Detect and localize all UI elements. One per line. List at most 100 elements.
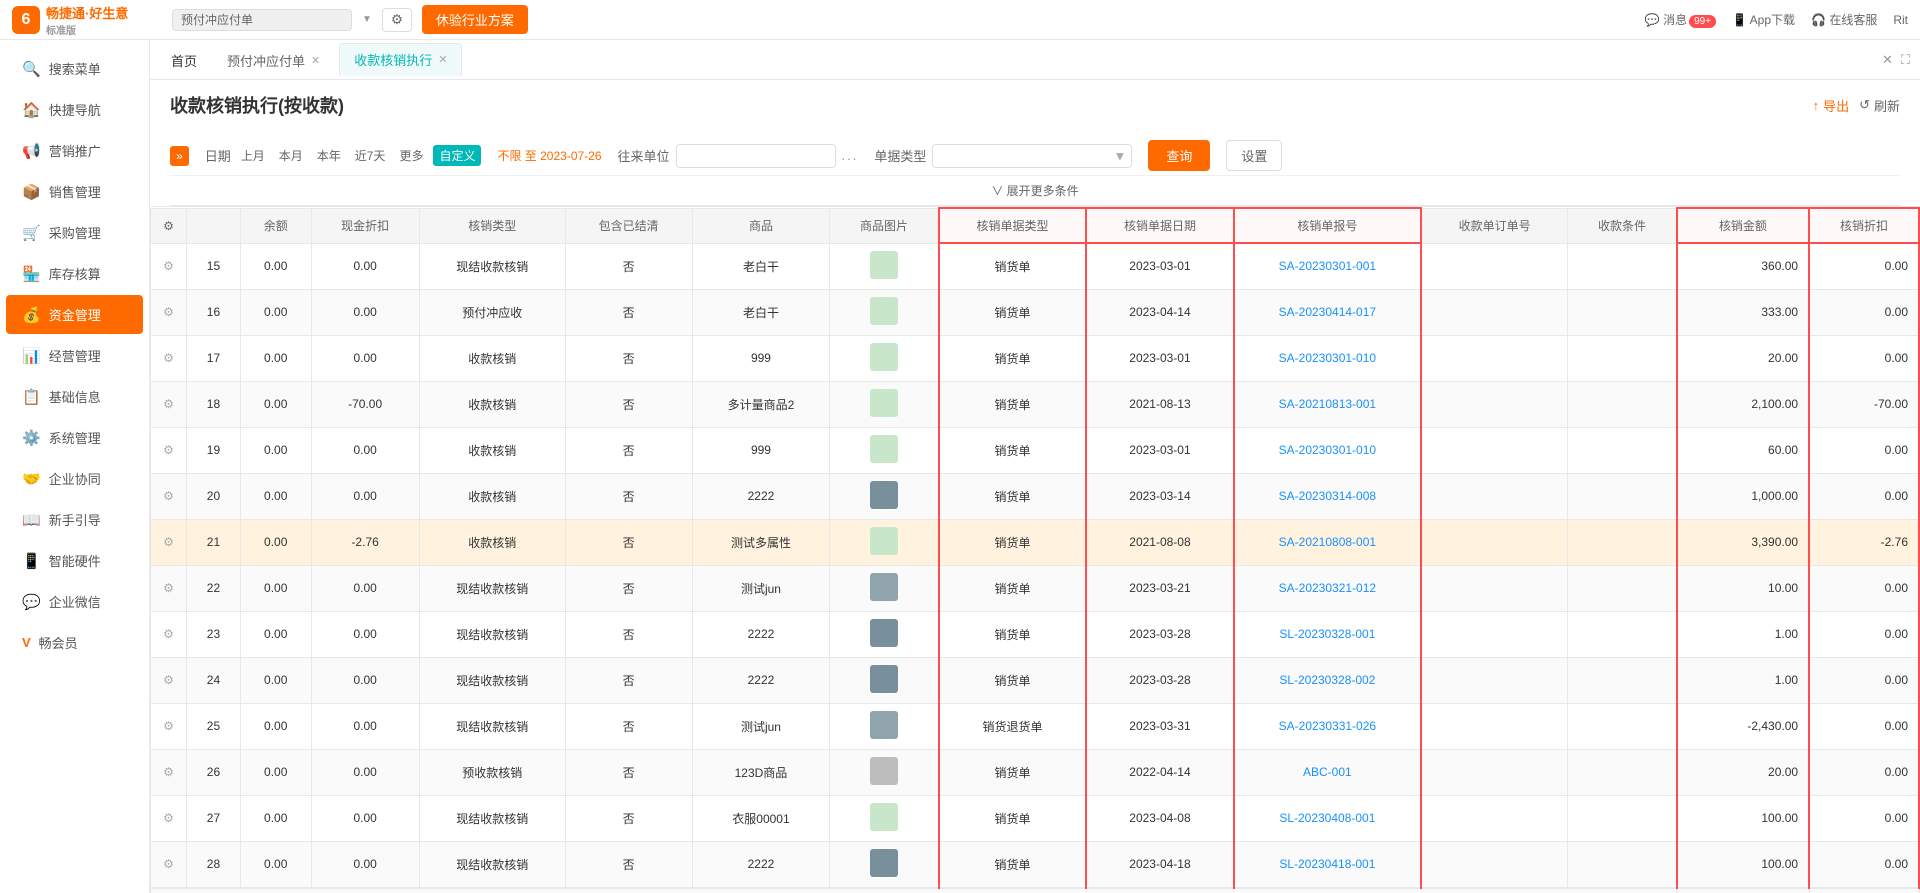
- td-cancel-bill-no[interactable]: ABC-001: [1234, 749, 1421, 795]
- sidebar-item-inventory[interactable]: 🏪 库存核算: [6, 254, 143, 293]
- cancel-bill-no-link[interactable]: SA-20230414-017: [1279, 305, 1376, 319]
- cancel-bill-no-link[interactable]: SA-20210813-001: [1279, 397, 1376, 411]
- td-receipt-condition: [1568, 243, 1677, 289]
- receipt-type-select[interactable]: [932, 144, 1132, 168]
- date-btn-last-month[interactable]: 上月: [237, 145, 269, 166]
- td-gear[interactable]: ⚙: [151, 657, 187, 703]
- sidebar-item-marketing[interactable]: 📢 营销推广: [6, 131, 143, 170]
- td-cancel-bill-no[interactable]: SA-20230314-008: [1234, 473, 1421, 519]
- th-gear[interactable]: ⚙: [151, 208, 187, 243]
- date-filter: 日期 上月 本月 本年 近7天 更多 自定义: [205, 145, 482, 166]
- td-gear[interactable]: ⚙: [151, 749, 187, 795]
- date-btn-custom[interactable]: 自定义: [433, 145, 481, 166]
- dropdown-arrow-icon[interactable]: ▼: [362, 14, 372, 25]
- cancel-bill-no-link[interactable]: ABC-001: [1303, 765, 1352, 779]
- app-download[interactable]: 📱 App下载: [1732, 11, 1795, 28]
- tab-prepay[interactable]: 预付冲应付单 ✕: [212, 44, 335, 76]
- td-row-num: 25: [187, 703, 241, 749]
- tab-home[interactable]: 首页: [160, 44, 208, 76]
- td-gear[interactable]: ⚙: [151, 565, 187, 611]
- td-includes-settled: 否: [565, 381, 692, 427]
- query-button[interactable]: 查询: [1148, 140, 1210, 171]
- expand-filter-button[interactable]: »: [170, 146, 189, 166]
- tab-receipt-cancel-close[interactable]: ✕: [438, 53, 447, 66]
- sidebar-item-guide[interactable]: 📖 新手引导: [6, 500, 143, 539]
- finance-icon: 💰: [22, 306, 41, 324]
- td-cancel-bill-no[interactable]: SL-20230418-001: [1234, 841, 1421, 888]
- td-balance: 0.00: [240, 703, 311, 749]
- td-cancel-bill-no[interactable]: SA-20230321-012: [1234, 565, 1421, 611]
- cancel-bill-no-link[interactable]: SA-20230314-008: [1279, 489, 1376, 503]
- td-gear[interactable]: ⚙: [151, 611, 187, 657]
- sidebar-item-sales[interactable]: 📦 销售管理: [6, 172, 143, 211]
- td-gear[interactable]: ⚙: [151, 795, 187, 841]
- td-gear[interactable]: ⚙: [151, 243, 187, 289]
- td-cancel-bill-no[interactable]: SA-20230301-010: [1234, 335, 1421, 381]
- sidebar-item-search[interactable]: 🔍 搜索菜单: [6, 49, 143, 88]
- sidebar-item-purchase[interactable]: 🛒 采购管理: [6, 213, 143, 252]
- td-cancel-bill-no[interactable]: SA-20230414-017: [1234, 289, 1421, 335]
- td-cancel-bill-no[interactable]: SL-20230328-002: [1234, 657, 1421, 703]
- expand-conditions-button[interactable]: ∨ 展开更多条件: [170, 175, 1900, 205]
- td-gear[interactable]: ⚙: [151, 381, 187, 427]
- cancel-bill-no-link[interactable]: SA-20210808-001: [1279, 535, 1376, 549]
- cancel-bill-no-link[interactable]: SA-20230331-026: [1279, 719, 1376, 733]
- td-cancel-bill-no[interactable]: SA-20230331-026: [1234, 703, 1421, 749]
- td-cancel-bill-no[interactable]: SL-20230408-001: [1234, 795, 1421, 841]
- sidebar: 🔍 搜索菜单 🏠 快捷导航 📢 营销推广 📦 销售管理 🛒 采购管理 🏪 库存核…: [0, 40, 150, 893]
- tab-receipt-cancel[interactable]: 收款核销执行 ✕: [339, 43, 462, 76]
- online-service[interactable]: 🎧 在线客服: [1811, 11, 1877, 28]
- tab-prepay-close[interactable]: ✕: [311, 54, 320, 67]
- td-cancel-bill-no[interactable]: SA-20210808-001: [1234, 519, 1421, 565]
- from-unit-input[interactable]: [676, 144, 836, 168]
- td-cancel-bill-no[interactable]: SL-20230328-001: [1234, 611, 1421, 657]
- settings-button[interactable]: 设置: [1226, 140, 1282, 171]
- export-button[interactable]: ↑ 导出: [1813, 96, 1850, 115]
- sidebar-item-hardware[interactable]: 📱 智能硬件: [6, 541, 143, 580]
- date-btn-this-year[interactable]: 本年: [313, 145, 345, 166]
- cancel-bill-no-link[interactable]: SA-20230301-010: [1279, 351, 1376, 365]
- td-gear[interactable]: ⚙: [151, 519, 187, 565]
- td-cancel-bill-no[interactable]: SA-20230301-010: [1234, 427, 1421, 473]
- breadcrumb-input[interactable]: [172, 9, 352, 31]
- date-btn-7days[interactable]: 近7天: [351, 145, 390, 166]
- sidebar-label-purchase: 采购管理: [49, 223, 101, 242]
- table-area[interactable]: ⚙ 余额 现金折扣 核销类型 包含已结清 商品 商品图片 核销单据类型 核销单据…: [150, 207, 1920, 893]
- td-receipt-order-no: [1421, 427, 1568, 473]
- sidebar-item-finance[interactable]: 💰 资金管理: [6, 295, 143, 334]
- cancel-bill-no-link[interactable]: SL-20230418-001: [1279, 857, 1375, 871]
- cancel-bill-no-link[interactable]: SL-20230328-002: [1279, 673, 1375, 687]
- industry-button[interactable]: 休验行业方案: [422, 5, 528, 34]
- sidebar-item-member[interactable]: V 畅会员: [6, 623, 143, 662]
- refresh-button[interactable]: ↺ 刷新: [1859, 96, 1900, 115]
- date-btn-more[interactable]: 更多: [395, 145, 427, 166]
- cancel-bill-no-link[interactable]: SA-20230301-010: [1279, 443, 1376, 457]
- td-cancel-type: 收款核销: [419, 473, 565, 519]
- td-gear[interactable]: ⚙: [151, 473, 187, 519]
- cancel-bill-no-link[interactable]: SA-20230321-012: [1279, 581, 1376, 595]
- cancel-bill-no-link[interactable]: SL-20230328-001: [1279, 627, 1375, 641]
- td-cash-discount: 0.00: [311, 335, 419, 381]
- td-gear[interactable]: ⚙: [151, 427, 187, 473]
- th-cancel-amount: 核销金额: [1677, 208, 1809, 243]
- msg-area[interactable]: 💬 消息99+: [1645, 11, 1716, 28]
- user-name[interactable]: Rit: [1893, 13, 1908, 27]
- sidebar-item-system[interactable]: ⚙️ 系统管理: [6, 418, 143, 457]
- sidebar-item-collab[interactable]: 🤝 企业协同: [6, 459, 143, 498]
- td-gear[interactable]: ⚙: [151, 703, 187, 749]
- sidebar-item-wechat[interactable]: 💬 企业微信: [6, 582, 143, 621]
- td-gear[interactable]: ⚙: [151, 335, 187, 381]
- close-window-icon[interactable]: ✕: [1882, 52, 1893, 68]
- sidebar-item-business[interactable]: 📊 经营管理: [6, 336, 143, 375]
- td-gear[interactable]: ⚙: [151, 841, 187, 888]
- sidebar-item-quicknav[interactable]: 🏠 快捷导航: [6, 90, 143, 129]
- td-gear[interactable]: ⚙: [151, 289, 187, 335]
- date-btn-this-month[interactable]: 本月: [275, 145, 307, 166]
- td-cancel-bill-no[interactable]: SA-20230301-001: [1234, 243, 1421, 289]
- maximize-icon[interactable]: ⛶: [1901, 52, 1910, 68]
- cancel-bill-no-link[interactable]: SL-20230408-001: [1279, 811, 1375, 825]
- gear-button[interactable]: ⚙: [382, 8, 412, 32]
- sidebar-item-basic[interactable]: 📋 基础信息: [6, 377, 143, 416]
- td-cancel-bill-no[interactable]: SA-20210813-001: [1234, 381, 1421, 427]
- cancel-bill-no-link[interactable]: SA-20230301-001: [1279, 259, 1376, 273]
